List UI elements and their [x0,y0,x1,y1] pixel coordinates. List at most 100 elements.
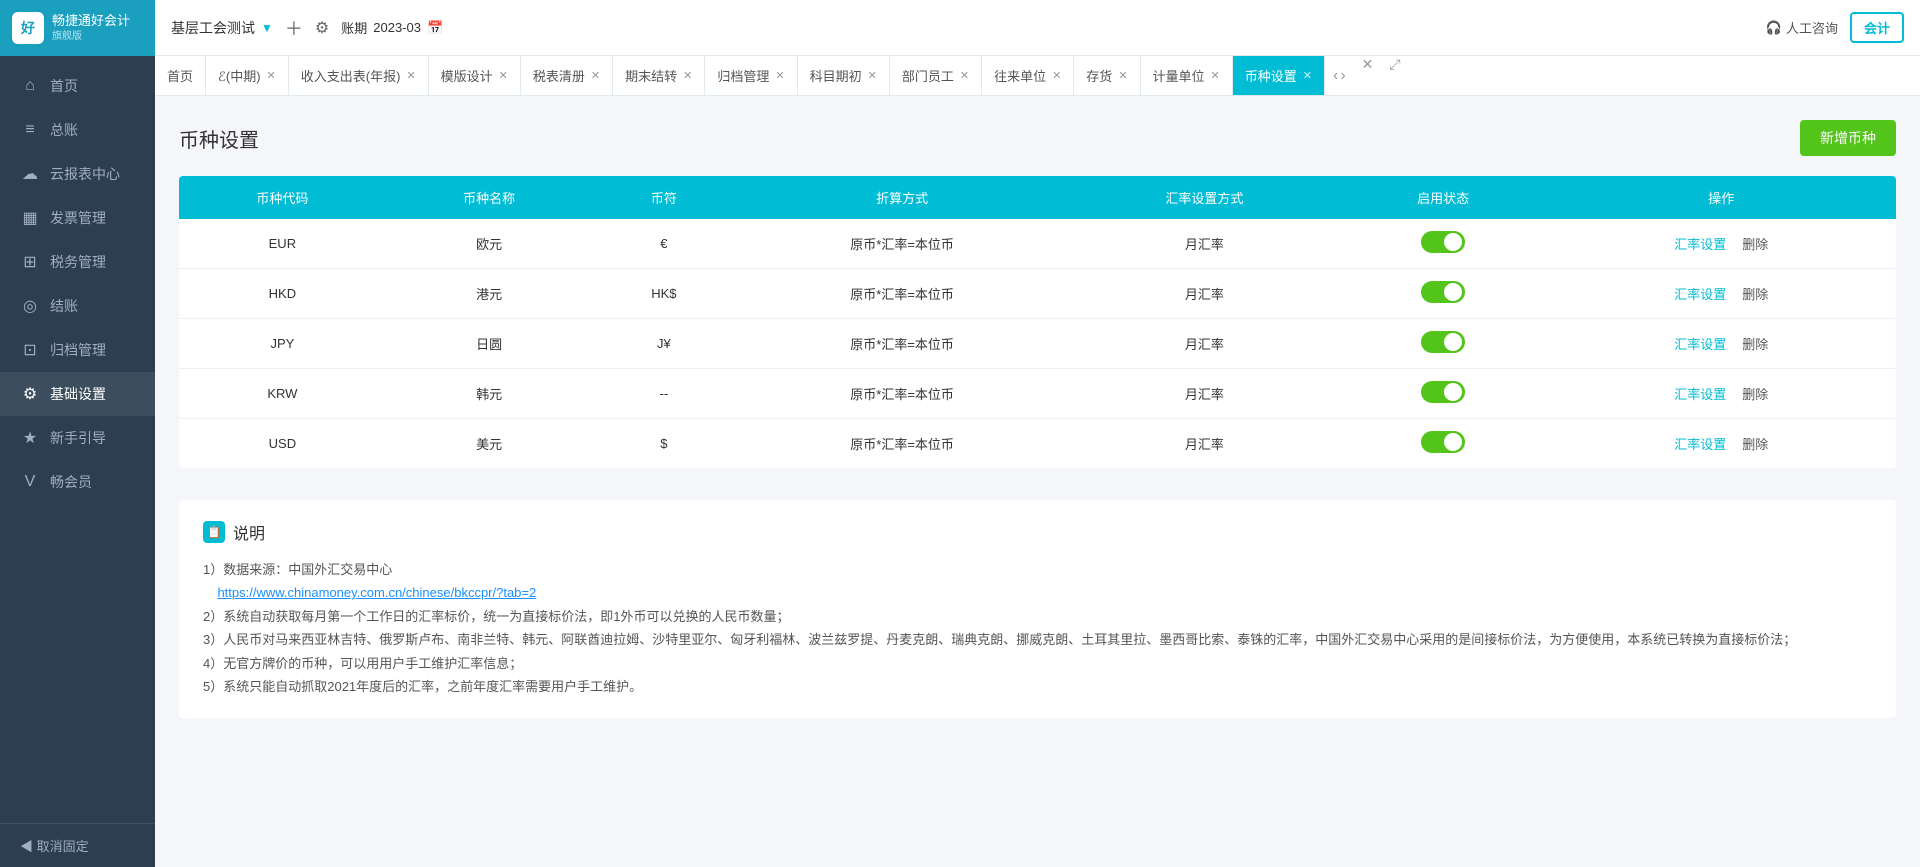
tab-close-tax-clear[interactable]: ✕ [591,69,600,82]
sidebar-item-home[interactable]: ⌂首页 [0,64,155,108]
delete-link[interactable]: 删除 [1742,437,1768,452]
enable-toggle[interactable] [1421,231,1465,253]
sidebar-label-reports: 云报表中心 [50,164,120,184]
topbar-help-button[interactable]: 🎧 人工咨询 [1766,18,1838,37]
tab-balance[interactable]: ℰ(中期)✕ [206,56,289,95]
tab-close-currency[interactable]: ✕ [1303,69,1312,82]
delete-link[interactable]: 删除 [1742,237,1768,252]
sidebar-item-close[interactable]: ◎结账 [0,284,155,328]
tab-label-tax-clear: 税表清册 [533,66,585,85]
calc-method: 原币*汇率=本位币 [735,419,1069,469]
sidebar-item-archive[interactable]: ⊡归档管理 [0,328,155,372]
tab-dept[interactable]: 部门员工✕ [890,56,982,95]
currency-name: 美元 [386,419,593,469]
tab-currency[interactable]: 币种设置✕ [1233,56,1325,95]
sidebar-bottom-toggle[interactable]: ◀ 取消固定 [0,823,155,867]
table-row: KRW韩元--原币*汇率=本位币月汇率汇率设置删除 [179,369,1896,419]
sidebar-item-member[interactable]: V畅会员 [0,460,155,504]
tab-prev-arrow[interactable]: ‹ [1333,67,1338,85]
col-header-启用状态: 启用状态 [1340,176,1547,219]
currency-code: JPY [179,319,386,369]
rate-method: 月汇率 [1069,369,1340,419]
enabled-status-cell [1340,419,1547,469]
tab-label-archive: 归档管理 [717,66,769,85]
tab-close-income-report[interactable]: ✕ [406,69,415,82]
tab-close-inventory[interactable]: ✕ [1118,69,1127,82]
tab-label-income-report: 收入支出表(年报) [301,66,401,85]
notice-item: https://www.chinamoney.com.cn/chinese/bk… [203,581,1872,604]
rate-settings-link[interactable]: 汇率设置 [1674,337,1726,352]
tab-close-subject-init[interactable]: ✕ [868,69,877,82]
action-cell: 汇率设置 删除 [1546,269,1896,319]
delete-link[interactable]: 删除 [1742,387,1768,402]
table-row: USD美元$原币*汇率=本位币月汇率汇率设置删除 [179,419,1896,469]
tab-income-report[interactable]: 收入支出表(年报) ✕ [289,56,429,95]
sidebar-item-settings[interactable]: ⚙基础设置 [0,372,155,416]
sidebar-label-guide: 新手引导 [50,428,106,448]
tab-period-end[interactable]: 期末结转✕ [613,56,705,95]
sidebar-item-reports[interactable]: ☁云报表中心 [0,152,155,196]
rate-settings-link[interactable]: 汇率设置 [1674,237,1726,252]
rate-method: 月汇率 [1069,219,1340,269]
tab-unit[interactable]: 计量单位✕ [1141,56,1233,95]
rate-settings-link[interactable]: 汇率设置 [1674,437,1726,452]
sidebar-item-guide[interactable]: ★新手引导 [0,416,155,460]
notice-item: 5）系统只能自动抓取2021年度后的汇率，之前年度汇率需要用户手工维护。 [203,675,1872,698]
tab-partner[interactable]: 往来单位✕ [982,56,1074,95]
enabled-status-cell [1340,219,1547,269]
rate-settings-link[interactable]: 汇率设置 [1674,287,1726,302]
sidebar-item-invoice[interactable]: ▦发票管理 [0,196,155,240]
notice-link[interactable]: https://www.chinamoney.com.cn/chinese/bk… [217,585,536,600]
tab-label-subject-init: 科目期初 [810,66,862,85]
sidebar-item-tax[interactable]: ⊞税务管理 [0,240,155,284]
delete-link[interactable]: 删除 [1742,287,1768,302]
tab-subject-init[interactable]: 科目期初 ✕ [798,56,890,95]
rate-settings-link[interactable]: 汇率设置 [1674,387,1726,402]
currency-name: 日圆 [386,319,593,369]
currency-code: KRW [179,369,386,419]
close-all-tabs-button[interactable]: ✕ [1354,56,1382,95]
delete-link[interactable]: 删除 [1742,337,1768,352]
sidebar-item-general-ledger[interactable]: ≡总账 [0,108,155,152]
tab-template[interactable]: 模版设计✕ [429,56,521,95]
headphone-icon: 🎧 [1766,20,1782,36]
tab-next-arrow[interactable]: › [1340,67,1345,85]
calendar-icon[interactable]: 📅 [427,20,443,36]
sidebar: 好 畅捷通好会计 旗舰版 ⌂首页≡总账☁云报表中心▦发票管理⊞税务管理◎结账⊡归… [0,0,155,867]
home-icon: ⌂ [20,77,40,95]
calc-method: 原币*汇率=本位币 [735,319,1069,369]
company-dropdown-icon[interactable]: ▼ [261,21,273,35]
enable-toggle[interactable] [1421,381,1465,403]
tab-close-balance[interactable]: ✕ [267,69,276,82]
calc-method: 原币*汇率=本位币 [735,269,1069,319]
topbar-settings-button[interactable]: ⚙ [315,18,329,38]
tab-archive[interactable]: 归档管理 ✕ [705,56,797,95]
notice-item: 2）系统自动获取每月第一个工作日的汇率标价，统一为直接标价法，即1外币可以兑换的… [203,605,1872,628]
rate-method: 月汇率 [1069,269,1340,319]
topbar-add-button[interactable]: ＋ [285,15,303,41]
currency-name: 欧元 [386,219,593,269]
tab-close-unit[interactable]: ✕ [1211,69,1220,82]
sidebar-label-member: 畅会员 [50,472,92,492]
tab-close-partner[interactable]: ✕ [1052,69,1061,82]
topbar-kuaiji-button[interactable]: 会计 [1850,12,1904,43]
new-currency-button[interactable]: 新增币种 [1800,120,1896,156]
tab-close-period-end[interactable]: ✕ [683,69,692,82]
expand-button[interactable]: ⤢ [1381,56,1408,95]
tab-close-template[interactable]: ✕ [499,69,508,82]
notice-item: 4）无官方牌价的币种，可以用用户手工维护汇率信息； [203,652,1872,675]
tabbar: 首页ℰ(中期)✕收入支出表(年报)✕模版设计✕税表清册✕期末结转✕归档管理✕科目… [155,56,1920,96]
enable-toggle[interactable] [1421,431,1465,453]
sidebar-label-tax: 税务管理 [50,252,106,272]
tab-tax-clear[interactable]: 税表清册 ✕ [521,56,613,95]
enable-toggle[interactable] [1421,281,1465,303]
action-cell: 汇率设置 删除 [1546,319,1896,369]
tab-close-dept[interactable]: ✕ [960,69,969,82]
tab-close-archive[interactable]: ✕ [775,69,784,82]
tab-home[interactable]: 首页 [155,56,206,95]
action-cell: 汇率设置 删除 [1546,369,1896,419]
notice-item: 1）数据来源：中国外汇交易中心 [203,558,1872,581]
enable-toggle[interactable] [1421,331,1465,353]
currency-name: 港元 [386,269,593,319]
tab-inventory[interactable]: 存货✕ [1074,56,1140,95]
